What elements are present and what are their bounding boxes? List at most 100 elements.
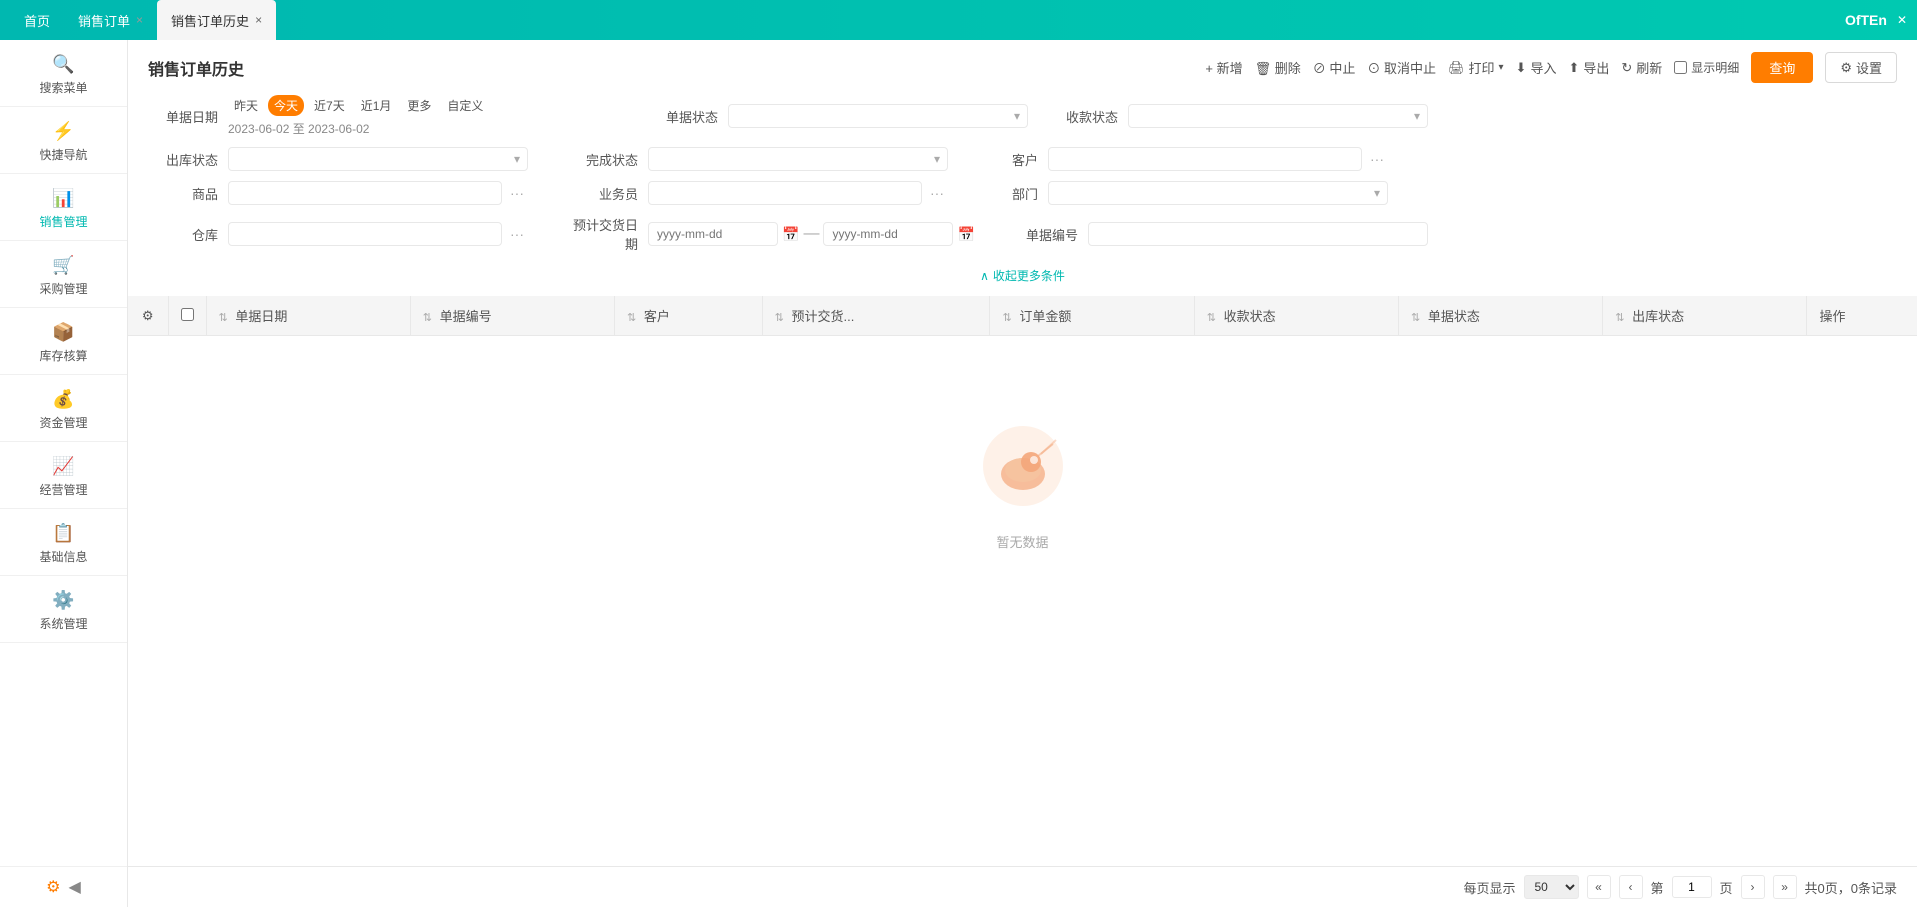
prev-page-btn[interactable]: ‹ <box>1619 875 1643 899</box>
th-date-sort-icon[interactable]: ⇅ <box>219 312 228 324</box>
delivery-date-start-icon[interactable]: 📅 <box>782 226 799 243</box>
sales-mgmt-icon: 📊 <box>52 188 74 209</box>
new-btn[interactable]: + 新增 <box>1205 58 1242 77</box>
show-detail-checkbox-label[interactable]: 显示明细 <box>1674 59 1739 76</box>
tab-sales-order-close[interactable]: × <box>136 13 143 27</box>
sidebar-item-inventory[interactable]: 📦 库存核算 <box>0 308 127 375</box>
stop-btn[interactable]: ⊘ 中止 <box>1313 58 1356 77</box>
customer-ellipsis[interactable]: ··· <box>1366 151 1388 167</box>
th-delivery-sort-icon[interactable]: ⇅ <box>775 312 784 324</box>
date-chip-today[interactable]: 今天 <box>268 95 304 116</box>
out-status-select[interactable] <box>228 147 528 171</box>
sidebar-item-search-menu-label: 搜索菜单 <box>39 79 87 96</box>
tab-home[interactable]: 首页 <box>10 0 64 40</box>
import-icon: ⬇ <box>1516 60 1527 76</box>
delivery-date-label: 预计交货日期 <box>568 215 648 253</box>
warehouse-ellipsis[interactable]: ··· <box>506 226 528 242</box>
sidebar-item-sales-mgmt[interactable]: 📊 销售管理 <box>0 174 127 241</box>
current-page-input[interactable] <box>1672 876 1712 898</box>
sidebar-item-sales-mgmt-label: 销售管理 <box>39 213 87 230</box>
cancel-stop-btn[interactable]: ⊙ 取消中止 <box>1367 58 1436 77</box>
delivery-date-start[interactable] <box>648 222 778 246</box>
sidebar-item-search-menu[interactable]: 🔍 搜索菜单 <box>0 40 127 107</box>
product-input[interactable] <box>228 181 502 205</box>
complete-status-control <box>648 147 948 171</box>
first-page-btn[interactable]: « <box>1587 875 1611 899</box>
prev-page-icon: ‹ <box>1629 880 1633 894</box>
order-status-select[interactable] <box>728 104 1028 128</box>
sidebar-item-quick-nav[interactable]: ⚡ 快捷导航 <box>0 107 127 174</box>
print-btn[interactable]: 🖨 🖨 打印 打印 ▾ <box>1448 58 1504 77</box>
tab-sales-order-history-label: 销售订单历史 <box>171 11 249 30</box>
base-info-icon: 📋 <box>52 523 74 544</box>
select-all-checkbox[interactable] <box>181 308 194 321</box>
customer-input[interactable] <box>1048 147 1362 171</box>
next-page-btn[interactable]: › <box>1741 875 1765 899</box>
product-control: ··· <box>228 181 528 205</box>
date-label: 单据日期 <box>148 107 228 126</box>
sidebar-item-base-info[interactable]: 📋 基础信息 <box>0 509 127 576</box>
sidebar-item-system[interactable]: ⚙️ 系统管理 <box>0 576 127 643</box>
query-button[interactable]: 查询 <box>1751 52 1813 83</box>
page-size-select[interactable]: 50 10 20 100 <box>1524 875 1579 899</box>
sidebar-item-purchase-mgmt[interactable]: 🛒 采购管理 <box>0 241 127 308</box>
th-orderstatus-sort-icon[interactable]: ⇅ <box>1411 312 1420 324</box>
department-select-wrapper <box>1048 181 1388 205</box>
th-paystatus-sort-icon[interactable]: ⇅ <box>1207 312 1216 324</box>
sidebar-collapse-icon[interactable]: ◀ <box>69 877 81 897</box>
salesperson-input[interactable] <box>648 181 922 205</box>
date-chip-last7[interactable]: 近7天 <box>308 95 351 116</box>
date-chip-custom[interactable]: 自定义 <box>441 95 489 116</box>
purchase-mgmt-icon: 🛒 <box>52 255 74 276</box>
customer-control: ··· <box>1048 147 1388 171</box>
page-title-row: 销售订单历史 + 新增 🗑 删除 ⊘ 中止 ⊙ 取消中止 🖨 🖨 打印 打印 ▾… <box>148 52 1897 83</box>
th-orderno-sort-icon[interactable]: ⇅ <box>423 312 432 324</box>
delete-btn[interactable]: 🗑 删除 <box>1255 58 1301 77</box>
refresh-btn[interactable]: ↻ 刷新 <box>1621 58 1662 77</box>
table-container: ⚙ ⇅ 单据日期 ⇅ 单据编号 <box>128 296 1917 866</box>
tab-sales-order[interactable]: 销售订单 × <box>64 0 157 40</box>
setting-label: 设置 <box>1856 58 1882 77</box>
product-label: 商品 <box>148 184 228 203</box>
product-ellipsis[interactable]: ··· <box>506 185 528 201</box>
th-customer-sort-icon[interactable]: ⇅ <box>627 312 636 324</box>
pay-status-select-wrapper <box>1128 104 1428 128</box>
delivery-date-control: 📅 — 📅 <box>648 222 988 246</box>
search-menu-icon: 🔍 <box>52 54 74 75</box>
delivery-date-end-icon[interactable]: 📅 <box>957 226 974 243</box>
complete-status-select[interactable] <box>648 147 948 171</box>
th-pay-status: ⇅ 收款状态 <box>1194 296 1398 336</box>
setting-button[interactable]: ⚙ 设置 <box>1825 52 1897 83</box>
tab-home-label: 首页 <box>24 11 50 30</box>
window-close-icon[interactable]: ✕ <box>1897 13 1907 27</box>
delivery-date-end[interactable] <box>823 222 953 246</box>
export-btn[interactable]: ⬆ 导出 <box>1568 58 1609 77</box>
first-page-icon: « <box>1595 880 1602 894</box>
warehouse-input[interactable] <box>228 222 502 246</box>
inventory-icon: 📦 <box>52 322 74 343</box>
th-outstatus-sort-icon[interactable]: ⇅ <box>1615 312 1624 324</box>
order-no-input[interactable] <box>1088 222 1428 246</box>
tab-sales-order-history-close[interactable]: × <box>255 13 262 27</box>
out-status-select-wrapper <box>228 147 528 171</box>
sidebar-item-finance[interactable]: 💰 资金管理 <box>0 375 127 442</box>
date-chip-yesterday[interactable]: 昨天 <box>228 95 264 116</box>
date-chip-more[interactable]: 更多 <box>401 95 437 116</box>
th-checkbox[interactable] <box>168 296 206 336</box>
department-select[interactable] <box>1048 181 1388 205</box>
last-page-btn[interactable]: » <box>1773 875 1797 899</box>
settings-icon[interactable]: ⚙ <box>142 308 154 323</box>
th-amount-sort-icon[interactable]: ⇅ <box>1002 312 1011 324</box>
th-settings[interactable]: ⚙ <box>128 296 168 336</box>
order-no-control <box>1088 222 1428 246</box>
show-detail-checkbox[interactable] <box>1674 61 1687 74</box>
date-filter-control: 昨天 今天 近7天 近1月 更多 自定义 2023-06-02 至 2023-0… <box>228 95 608 137</box>
tab-sales-order-history[interactable]: 销售订单历史 × <box>157 0 276 40</box>
sidebar-item-operations[interactable]: 📈 经营管理 <box>0 442 127 509</box>
salesperson-ellipsis[interactable]: ··· <box>926 185 948 201</box>
sidebar-settings-icon[interactable]: ⚙ <box>46 877 60 897</box>
date-chip-last1month[interactable]: 近1月 <box>355 95 398 116</box>
pay-status-select[interactable] <box>1128 104 1428 128</box>
collapse-row[interactable]: ∧ 收起更多条件 <box>148 263 1897 292</box>
import-btn[interactable]: ⬇ 导入 <box>1516 58 1557 77</box>
